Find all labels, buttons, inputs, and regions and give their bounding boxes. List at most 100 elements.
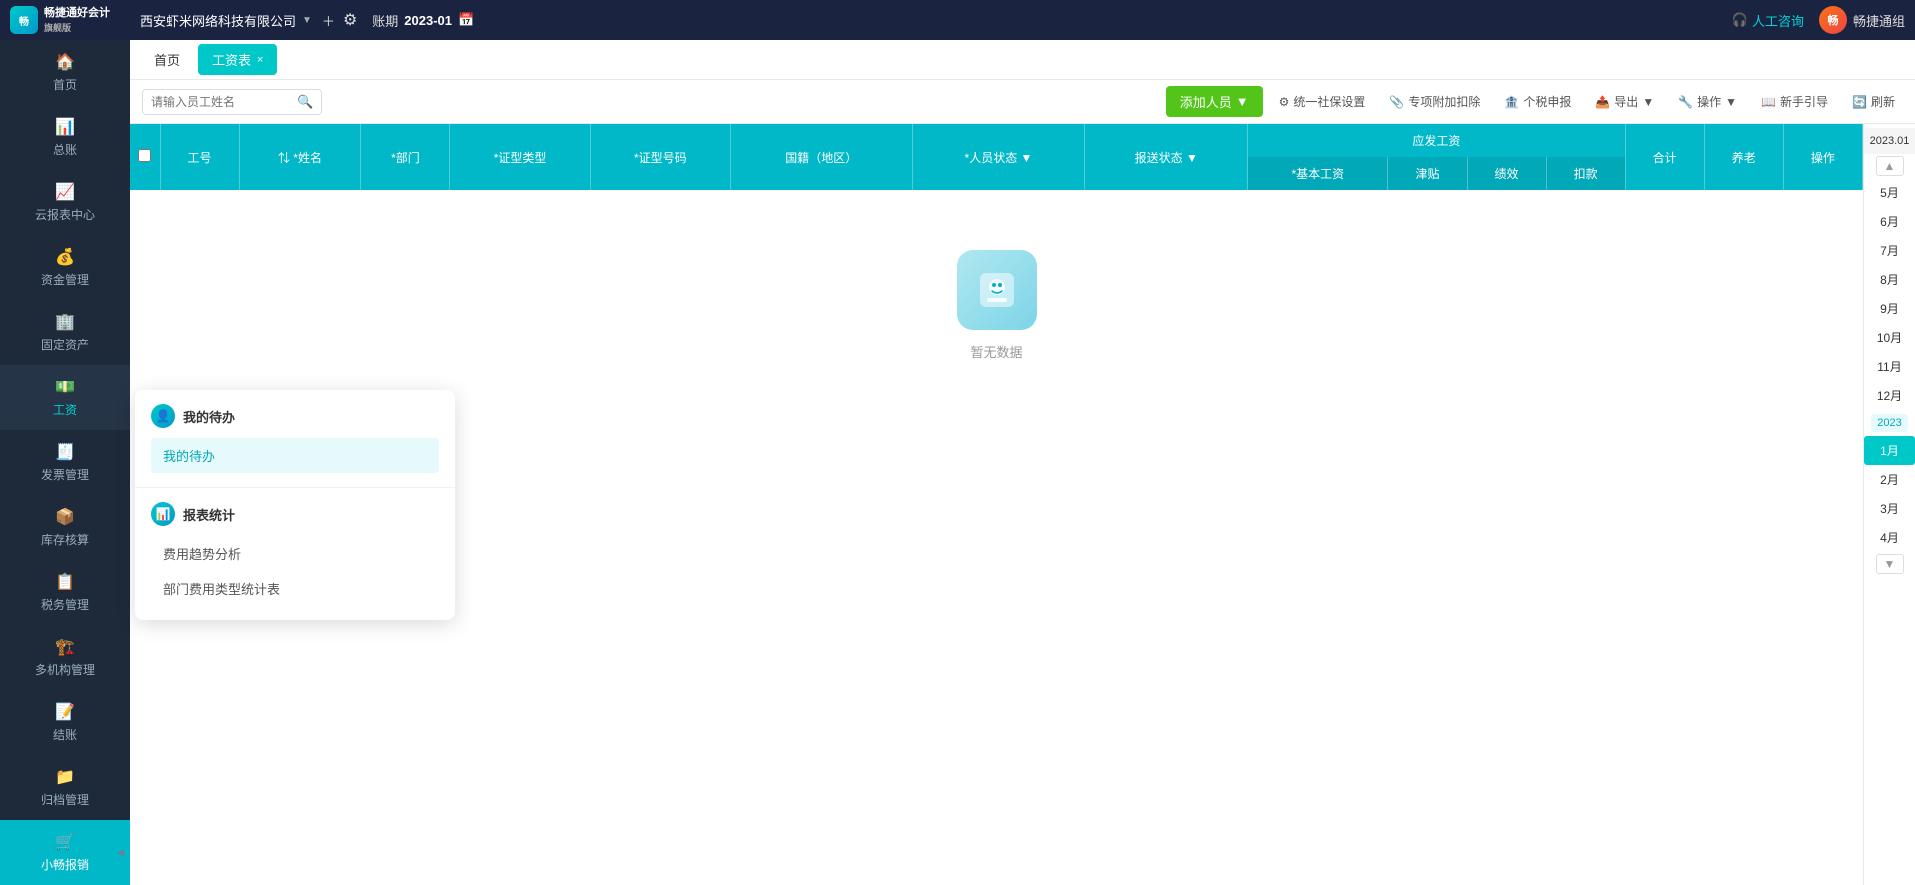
th-total: 合计	[1625, 124, 1704, 190]
tab-close-btn[interactable]: ×	[257, 54, 263, 66]
empty-icon	[957, 250, 1037, 330]
refresh-icon: 🔄	[1852, 95, 1867, 109]
th-operations: 操作	[1783, 124, 1862, 190]
tax-report-btn[interactable]: 🏦 个税申报	[1496, 89, 1579, 114]
sidebar-item-salary[interactable]: 💵 工资	[0, 365, 130, 430]
logo-area: 畅 畅捷通好会计 旗舰版	[10, 6, 130, 34]
sidebar-item-invoice[interactable]: 🧾 发票管理	[0, 430, 130, 495]
add-company-btn[interactable]: ＋	[322, 11, 335, 30]
month-2022-9[interactable]: 9月	[1864, 294, 1915, 323]
todo-section-icon: 👤	[151, 404, 175, 428]
settings-btn[interactable]: ⚙	[343, 10, 357, 30]
sidebar-label-close-account: 结账	[53, 726, 77, 743]
operation-btn[interactable]: 🔧 操作 ▼	[1670, 89, 1745, 114]
special-deduct-btn[interactable]: 📎 专项附加扣除	[1381, 89, 1488, 114]
select-all-checkbox[interactable]	[138, 149, 151, 162]
social-security-icon: ⚙	[1279, 95, 1290, 109]
special-deduct-label: 专项附加扣除	[1408, 93, 1480, 110]
sidebar-item-home[interactable]: 🏠 首页	[0, 40, 130, 105]
sidebar-item-archive[interactable]: 📁 归档管理	[0, 755, 130, 820]
popup-item-cost-trend[interactable]: 费用趋势分析	[151, 536, 439, 571]
salary-table: 工号 ⇅ *姓名 *部门 *证型类型 *证型号码 国籍（地区） *人员状态 ▼ …	[130, 124, 1863, 190]
empty-state: 暂无数据	[130, 190, 1863, 421]
user-avatar: 畅	[1819, 6, 1847, 34]
sidebar-arrow-icon: ◀	[117, 847, 124, 858]
popup-item-my-todo[interactable]: 我的待办	[151, 438, 439, 473]
empty-text: 暂无数据	[970, 342, 1022, 361]
sidebar-item-reports[interactable]: 📈 云报表中心	[0, 170, 130, 235]
month-2023-4[interactable]: 4月	[1864, 523, 1915, 552]
popup-item-dept-cost[interactable]: 部门费用类型统计表	[151, 571, 439, 606]
month-2023-2[interactable]: 2月	[1864, 465, 1915, 494]
sidebar-label-archive: 归档管理	[41, 791, 89, 808]
support-button[interactable]: 🎧 人工咨询	[1732, 11, 1804, 30]
user-area[interactable]: 畅 畅捷通组	[1819, 6, 1905, 34]
inventory-icon: 📦	[55, 507, 75, 527]
multi-org-icon: 🏗️	[55, 637, 75, 657]
month-2022-6[interactable]: 6月	[1864, 207, 1915, 236]
sidebar-item-tax[interactable]: 📋 税务管理	[0, 560, 130, 625]
sidebar-label-salary: 工资	[53, 401, 77, 418]
sidebar-item-multi-org[interactable]: 🏗️ 多机构管理	[0, 625, 130, 690]
th-checkbox	[130, 124, 160, 190]
company-name: 西安虾米网络科技有限公司	[140, 11, 296, 30]
sidebar-item-inventory[interactable]: 📦 库存核算	[0, 495, 130, 560]
app-name: 畅捷通好会计 旗舰版	[44, 6, 110, 33]
th-name: ⇅ *姓名	[239, 124, 361, 190]
month-2022-12[interactable]: 12月	[1864, 381, 1915, 410]
refresh-btn[interactable]: 🔄 刷新	[1844, 89, 1903, 114]
add-person-label: 添加人员	[1180, 92, 1232, 111]
th-status: *人员状态 ▼	[912, 124, 1085, 190]
period-value: 2023-01	[404, 13, 452, 28]
social-security-btn[interactable]: ⚙ 统一社保设置	[1271, 89, 1374, 114]
popup-menu: 👤 我的待办 我的待办 📊 报表统计 费用趋势分析 部门费用类型统计表	[135, 390, 455, 620]
sidebar-item-expense[interactable]: 🛒 小畅报销 ◀	[0, 820, 130, 885]
month-2022-10[interactable]: 10月	[1864, 323, 1915, 352]
add-person-button[interactable]: 添加人员 ▼	[1166, 86, 1263, 117]
year-2023-label[interactable]: 2023	[1871, 414, 1907, 432]
sidebar-label-inventory: 库存核算	[41, 531, 89, 548]
guide-btn[interactable]: 📖 新手引导	[1753, 89, 1836, 114]
sidebar-label-home: 首页	[53, 76, 77, 93]
sidebar: 🏠 首页 📊 总账 📈 云报表中心 💰 资金管理 🏢 固定资产 💵 工资 🧾 发…	[0, 40, 130, 885]
month-2022-11[interactable]: 11月	[1864, 352, 1915, 381]
operation-dropdown-icon: ▼	[1725, 95, 1737, 109]
th-id-number: *证型号码	[590, 124, 730, 190]
month-2022-8[interactable]: 8月	[1864, 265, 1915, 294]
export-dropdown-icon: ▼	[1642, 95, 1654, 109]
export-btn[interactable]: 📤 导出 ▼	[1587, 89, 1662, 114]
salary-icon: 💵	[55, 377, 75, 397]
sidebar-item-close-account[interactable]: 📝 结账	[0, 690, 130, 755]
search-input[interactable]	[151, 95, 291, 109]
tab-salary[interactable]: 工资表 ×	[198, 44, 277, 75]
month-2022-7[interactable]: 7月	[1864, 236, 1915, 265]
month-2023-3[interactable]: 3月	[1864, 494, 1915, 523]
reports-icon: 📈	[55, 182, 75, 202]
period-area: 账期 2023-01 📅	[372, 11, 474, 30]
sidebar-label-reports: 云报表中心	[35, 206, 95, 223]
popup-section-reports: 📊 报表统计 费用趋势分析 部门费用类型统计表	[135, 488, 455, 620]
todo-section-label: 我的待办	[183, 407, 235, 426]
month-nav-down[interactable]: ▼	[1876, 554, 1904, 574]
tax-report-icon: 🏦	[1504, 95, 1519, 109]
calendar-icon[interactable]: 📅	[458, 12, 474, 28]
reports-section-label: 报表统计	[183, 505, 235, 524]
month-2022-5[interactable]: 5月	[1864, 178, 1915, 207]
guide-toolbar-label: 新手引导	[1780, 93, 1828, 110]
popup-section-todo: 👤 我的待办 我的待办	[135, 390, 455, 488]
sidebar-item-ledger[interactable]: 📊 总账	[0, 105, 130, 170]
search-icon: 🔍	[297, 94, 313, 110]
tab-bar: 首页 工资表 ×	[130, 40, 1915, 80]
tab-home[interactable]: 首页	[140, 44, 194, 75]
th-deduction: 扣款	[1546, 157, 1625, 190]
sidebar-item-assets[interactable]: 🏢 固定资产	[0, 300, 130, 365]
popup-section-title-reports: 📊 报表统计	[151, 502, 439, 526]
month-nav-up[interactable]: ▲	[1876, 156, 1904, 176]
month-2023-1[interactable]: 1月	[1864, 436, 1915, 465]
sidebar-item-funds[interactable]: 💰 资金管理	[0, 235, 130, 300]
sidebar-label-ledger: 总账	[53, 141, 77, 158]
archive-icon: 📁	[55, 767, 75, 787]
guide-toolbar-icon: 📖	[1761, 95, 1776, 109]
company-selector[interactable]: 西安虾米网络科技有限公司 ▼	[140, 11, 312, 30]
month-panel: 2023.01 ▲ 5月 6月 7月 8月 9月 10月 11月 12月 202…	[1863, 124, 1915, 885]
